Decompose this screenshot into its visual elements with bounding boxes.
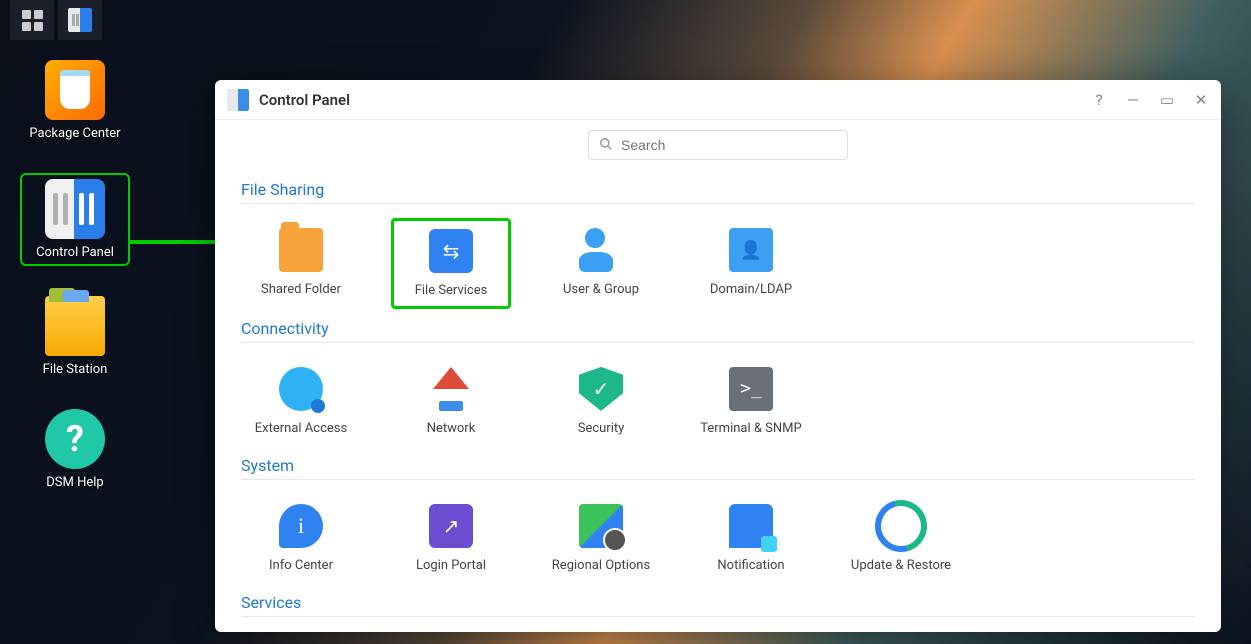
cp-item-label: Update & Restore	[851, 558, 951, 575]
security-icon	[579, 367, 623, 411]
section-title-file-sharing: File Sharing	[241, 180, 1195, 199]
domain-ldap-icon	[729, 228, 773, 272]
cp-item-label: File Services	[415, 283, 488, 300]
control-panel-icon	[45, 179, 105, 239]
taskbar	[10, 0, 102, 40]
search-input[interactable]	[621, 137, 837, 153]
section-grid-system: Info Center Login Portal Regional Option…	[241, 494, 1195, 583]
file-station-icon	[45, 296, 105, 356]
cp-item-label: Security	[578, 421, 625, 438]
desktop-label: File Station	[43, 362, 108, 379]
shared-folder-icon	[279, 228, 323, 272]
desktop-label: DSM Help	[46, 475, 103, 492]
search-icon	[599, 136, 613, 155]
cp-item-label: Network	[427, 421, 476, 438]
regional-options-icon	[579, 504, 623, 548]
notification-icon	[729, 504, 773, 548]
terminal-icon	[729, 367, 773, 411]
cp-item-notification[interactable]: Notification	[691, 494, 811, 583]
section-divider	[241, 479, 1195, 480]
cp-item-label: External Access	[255, 421, 347, 438]
control-panel-icon	[227, 89, 249, 111]
update-restore-icon	[879, 504, 923, 548]
control-panel-icon	[68, 8, 92, 32]
desktop-icon-file-station[interactable]: File Station	[20, 296, 130, 379]
cp-item-label: User & Group	[563, 282, 639, 299]
section-divider	[241, 342, 1195, 343]
cp-item-update-restore[interactable]: Update & Restore	[841, 494, 961, 583]
cp-item-file-services[interactable]: File Services	[391, 218, 511, 309]
search-bar	[215, 120, 1221, 164]
control-panel-body: File Sharing Shared Folder File Services…	[215, 164, 1221, 632]
cp-item-terminal-snmp[interactable]: Terminal & SNMP	[691, 357, 811, 446]
cp-item-label: Domain/LDAP	[710, 282, 792, 299]
desktop-icon-dsm-help[interactable]: ? DSM Help	[20, 409, 130, 492]
section-title-connectivity: Connectivity	[241, 319, 1195, 338]
section-divider	[241, 616, 1195, 617]
cp-item-external-access[interactable]: External Access	[241, 357, 361, 446]
login-portal-icon	[429, 504, 473, 548]
external-access-icon	[279, 367, 323, 411]
window-title: Control Panel	[259, 91, 1091, 109]
cp-item-label: Terminal & SNMP	[700, 421, 801, 438]
cp-item-network[interactable]: Network	[391, 357, 511, 446]
section-title-system: System	[241, 456, 1195, 475]
help-button[interactable]: ?	[1091, 91, 1107, 109]
window-titlebar[interactable]: Control Panel ? — ▭ ✕	[215, 80, 1221, 120]
section-grid-file-sharing: Shared Folder File Services User & Group…	[241, 218, 1195, 309]
control-panel-window: Control Panel ? — ▭ ✕ File Sharing Share…	[215, 80, 1221, 632]
apps-grid-icon	[22, 10, 43, 31]
cp-item-regional-options[interactable]: Regional Options	[541, 494, 661, 583]
section-divider	[241, 203, 1195, 204]
cp-item-user-group[interactable]: User & Group	[541, 218, 661, 309]
close-button[interactable]: ✕	[1193, 91, 1209, 109]
desktop: Package Center Control Panel File Statio…	[20, 60, 130, 492]
cp-item-label: Regional Options	[552, 558, 650, 575]
file-services-icon	[429, 229, 473, 273]
desktop-label: Control Panel	[36, 245, 114, 262]
cp-item-label: Login Portal	[416, 558, 486, 575]
package-center-icon	[45, 60, 105, 120]
desktop-label: Package Center	[29, 126, 120, 143]
cp-item-label: Shared Folder	[261, 282, 341, 299]
taskbar-control-panel-button[interactable]	[58, 0, 102, 40]
cp-item-info-center[interactable]: Info Center	[241, 494, 361, 583]
user-group-icon	[579, 228, 623, 272]
minimize-button[interactable]: —	[1125, 91, 1141, 109]
apps-menu-button[interactable]	[10, 0, 54, 40]
section-grid-connectivity: External Access Network Security Termina…	[241, 357, 1195, 446]
cp-item-label: Info Center	[269, 558, 333, 575]
cp-item-domain-ldap[interactable]: Domain/LDAP	[691, 218, 811, 309]
window-actions: ? — ▭ ✕	[1091, 91, 1209, 109]
cp-item-shared-folder[interactable]: Shared Folder	[241, 218, 361, 309]
network-icon	[429, 367, 473, 411]
info-center-icon	[279, 504, 323, 548]
cp-item-login-portal[interactable]: Login Portal	[391, 494, 511, 583]
section-title-services: Services	[241, 593, 1195, 612]
desktop-icon-control-panel[interactable]: Control Panel	[20, 173, 130, 266]
cp-item-label: Notification	[717, 558, 784, 575]
desktop-icon-package-center[interactable]: Package Center	[20, 60, 130, 143]
help-icon: ?	[45, 409, 105, 469]
maximize-button[interactable]: ▭	[1159, 91, 1175, 109]
search-field[interactable]	[588, 130, 848, 160]
cp-item-security[interactable]: Security	[541, 357, 661, 446]
